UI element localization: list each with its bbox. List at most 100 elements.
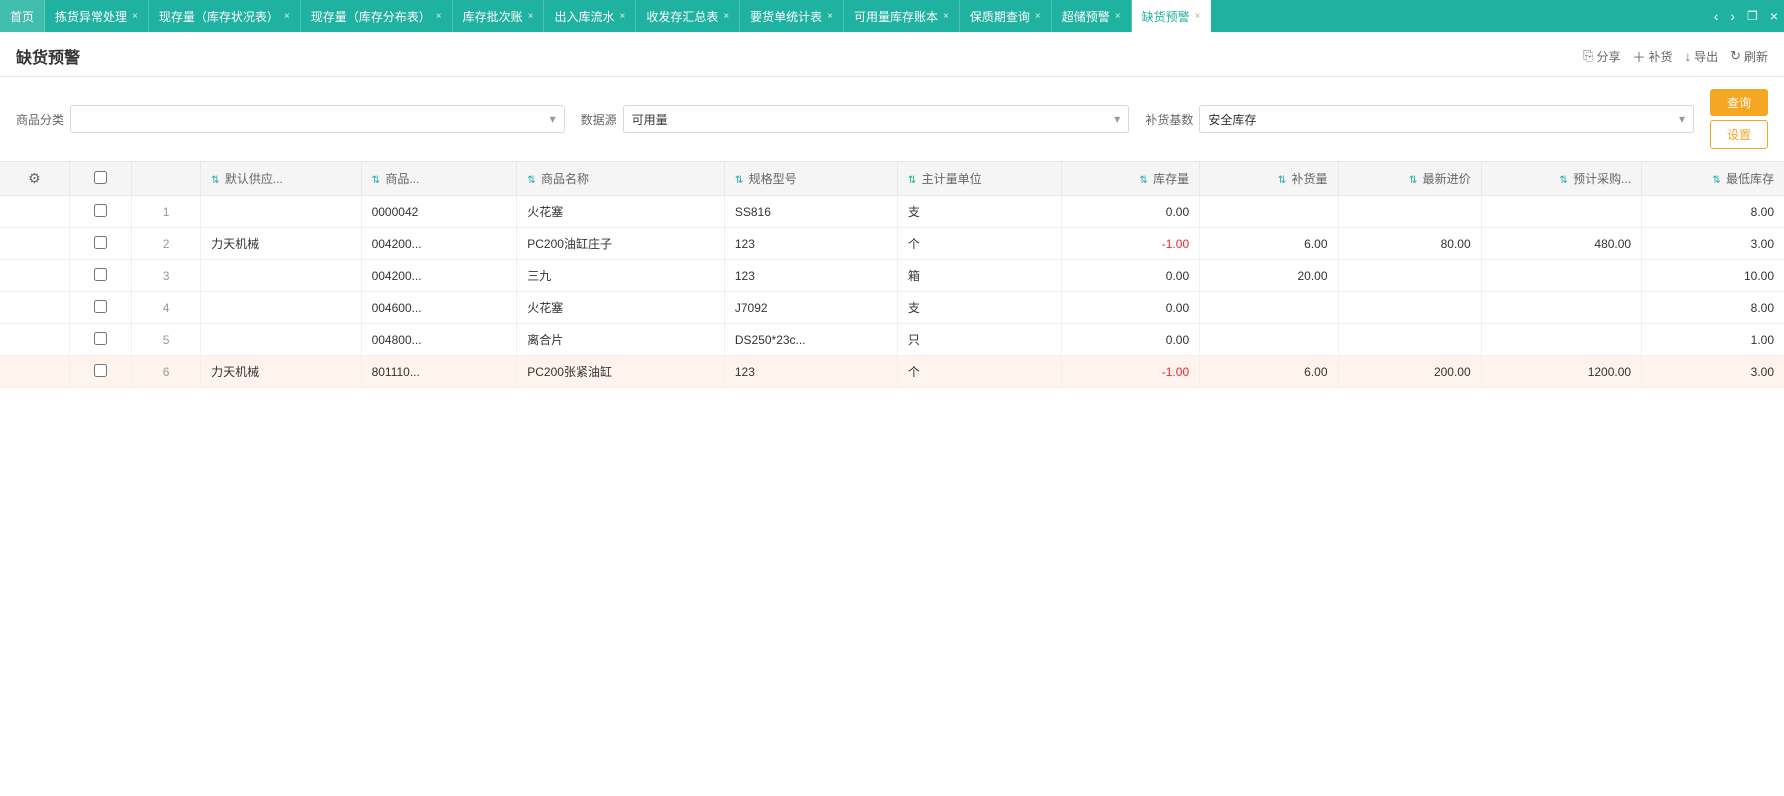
select-all-checkbox[interactable] xyxy=(94,171,107,184)
col-header-stock: ⇅ 库存量 xyxy=(1061,162,1199,196)
row-checkbox-1[interactable] xyxy=(94,236,107,249)
col-header-price: ⇅ 最新进价 xyxy=(1338,162,1481,196)
price-sort-icon[interactable]: ⇅ xyxy=(1409,175,1417,186)
tab-next-btn[interactable]: › xyxy=(1724,0,1741,32)
tab-shortage[interactable]: 缺货预警× xyxy=(1132,0,1212,32)
tab-restore-btn[interactable]: ❐ xyxy=(1741,0,1764,32)
settings-button[interactable]: 设置 xyxy=(1710,120,1768,149)
tab-close-overstock[interactable]: × xyxy=(1115,11,1121,22)
row-checkbox-3[interactable] xyxy=(94,300,107,313)
row-settings-0 xyxy=(0,196,69,228)
row-settings-3 xyxy=(0,292,69,324)
col-header-settings: ⚙ xyxy=(0,162,69,196)
tab-close-abnormal[interactable]: × xyxy=(132,11,138,22)
datasource-select[interactable]: 可用量 ▾ xyxy=(623,105,1130,133)
tab-order-stats[interactable]: 要货单统计表× xyxy=(740,0,844,32)
replenish-base-select[interactable]: 安全库存 ▾ xyxy=(1199,105,1694,133)
row-stock-2: 0.00 xyxy=(1061,260,1199,292)
row-spec-3: J7092 xyxy=(724,292,897,324)
replenish-sort-icon[interactable]: ⇅ xyxy=(1278,175,1286,186)
tab-close-shortage[interactable]: × xyxy=(1195,11,1201,22)
row-settings-5 xyxy=(0,356,69,388)
table-row[interactable]: 1 0000042 火花塞 SS816 支 0.00 8.00 xyxy=(0,196,1784,228)
page-title: 缺货预警 xyxy=(16,44,80,68)
row-price-0 xyxy=(1338,196,1481,228)
tab-close-btn[interactable]: × xyxy=(1764,0,1784,32)
tab-label-abnormal: 拣货异常处理 xyxy=(55,8,127,25)
table-row[interactable]: 4 004600... 火花塞 J7092 支 0.00 8.00 xyxy=(0,292,1784,324)
unit-sort-icon[interactable]: ⇅ xyxy=(908,175,916,186)
query-button[interactable]: 查询 xyxy=(1710,89,1768,116)
row-check-2 xyxy=(69,260,131,292)
refresh-button[interactable]: ↻ 刷新 xyxy=(1730,48,1768,65)
tab-home[interactable]: 首页 xyxy=(0,0,45,32)
tab-close-inout-flow[interactable]: × xyxy=(619,11,625,22)
tab-batch-account[interactable]: 库存批次账× xyxy=(453,0,545,32)
table-row[interactable]: 3 004200... 三九 123 箱 0.00 20.00 10.00 xyxy=(0,260,1784,292)
col-header-spec: ⇅ 规格型号 xyxy=(724,162,897,196)
replenish-button[interactable]: ＋ 补货 xyxy=(1633,47,1673,66)
category-select[interactable]: ▾ xyxy=(70,105,565,133)
main-table: ⚙ ⇅ 默认供应... ⇅ 商品... ⇅ xyxy=(0,162,1784,388)
row-no-4: 5 xyxy=(131,324,200,356)
supplier-sort-icon[interactable]: ⇅ xyxy=(211,175,219,186)
share-button[interactable]: ⎘ 分享 xyxy=(1583,48,1620,65)
tab-inout-flow[interactable]: 出入库流水× xyxy=(544,0,636,32)
tab-close-available-stock[interactable]: × xyxy=(943,11,949,22)
row-forecast-2 xyxy=(1481,260,1641,292)
tab-close-batch-account[interactable]: × xyxy=(528,11,534,22)
export-button[interactable]: ↓ 导出 xyxy=(1685,48,1719,65)
tab-prev-btn[interactable]: ‹ xyxy=(1708,0,1725,32)
tab-close-expiry-query[interactable]: × xyxy=(1035,11,1041,22)
name-sort-icon[interactable]: ⇅ xyxy=(527,175,535,186)
tab-receipt-summary[interactable]: 收发存汇总表 × xyxy=(636,0,740,32)
row-spec-2: 123 xyxy=(724,260,897,292)
stock-sort-icon[interactable]: ⇅ xyxy=(1139,175,1147,186)
row-min-stock-0: 8.00 xyxy=(1642,196,1784,228)
spec-sort-icon[interactable]: ⇅ xyxy=(735,175,743,186)
replenish-label: 补货 xyxy=(1649,48,1673,65)
min-stock-sort-icon[interactable]: ⇅ xyxy=(1712,175,1720,186)
row-check-3 xyxy=(69,292,131,324)
forecast-sort-icon[interactable]: ⇅ xyxy=(1559,175,1567,186)
row-price-2 xyxy=(1338,260,1481,292)
tab-stock-dist[interactable]: 现存量（库存分布表）× xyxy=(301,0,453,32)
row-name-3: 火花塞 xyxy=(517,292,725,324)
row-replenish-2: 20.00 xyxy=(1200,260,1338,292)
table-row[interactable]: 5 004800... 离合片 DS250*23c... 只 0.00 1.00 xyxy=(0,324,1784,356)
row-min-stock-5: 3.00 xyxy=(1642,356,1784,388)
row-checkbox-2[interactable] xyxy=(94,268,107,281)
tab-label-receipt-summary: 收发存汇总表 xyxy=(646,8,718,25)
tab-abnormal[interactable]: 拣货异常处理 × xyxy=(45,0,149,32)
tab-expiry-query[interactable]: 保质期查询 × xyxy=(960,0,1052,32)
row-name-4: 离合片 xyxy=(517,324,725,356)
tab-close-stock-dist[interactable]: × xyxy=(436,11,442,22)
settings-gear-icon[interactable]: ⚙ xyxy=(28,170,41,186)
row-checkbox-5[interactable] xyxy=(94,364,107,377)
row-unit-4: 只 xyxy=(897,324,1061,356)
table-row[interactable]: 6 力天机械 801110... PC200张紧油缸 123 个 -1.00 6… xyxy=(0,356,1784,388)
row-checkbox-0[interactable] xyxy=(94,204,107,217)
row-checkbox-4[interactable] xyxy=(94,332,107,345)
refresh-icon: ↻ xyxy=(1730,48,1741,64)
code-sort-icon[interactable]: ⇅ xyxy=(372,175,380,186)
row-spec-1: 123 xyxy=(724,228,897,260)
tab-stock-status[interactable]: 现存量（库存状况表）× xyxy=(149,0,301,32)
row-supplier-1: 力天机械 xyxy=(201,228,361,260)
table-body: 1 0000042 火花塞 SS816 支 0.00 8.00 2 力天机械 0… xyxy=(0,196,1784,388)
tab-close-receipt-summary[interactable]: × xyxy=(723,11,729,22)
row-no-2: 3 xyxy=(131,260,200,292)
tab-available-stock[interactable]: 可用量库存账本× xyxy=(844,0,960,32)
tab-label-expiry-query: 保质期查询 xyxy=(970,8,1030,25)
row-forecast-4 xyxy=(1481,324,1641,356)
col-header-check xyxy=(69,162,131,196)
col-header-min-stock: ⇅ 最低库存 xyxy=(1642,162,1784,196)
row-code-5: 801110... xyxy=(361,356,517,388)
col-forecast-label: 预计采购... xyxy=(1573,172,1631,186)
table-row[interactable]: 2 力天机械 004200... PC200油缸庄子 123 个 -1.00 6… xyxy=(0,228,1784,260)
tab-overstock[interactable]: 超储预警× xyxy=(1052,0,1132,32)
row-check-4 xyxy=(69,324,131,356)
tab-close-order-stats[interactable]: × xyxy=(827,11,833,22)
filter-actions: 查询 设置 xyxy=(1710,89,1768,149)
tab-close-stock-status[interactable]: × xyxy=(284,11,290,22)
